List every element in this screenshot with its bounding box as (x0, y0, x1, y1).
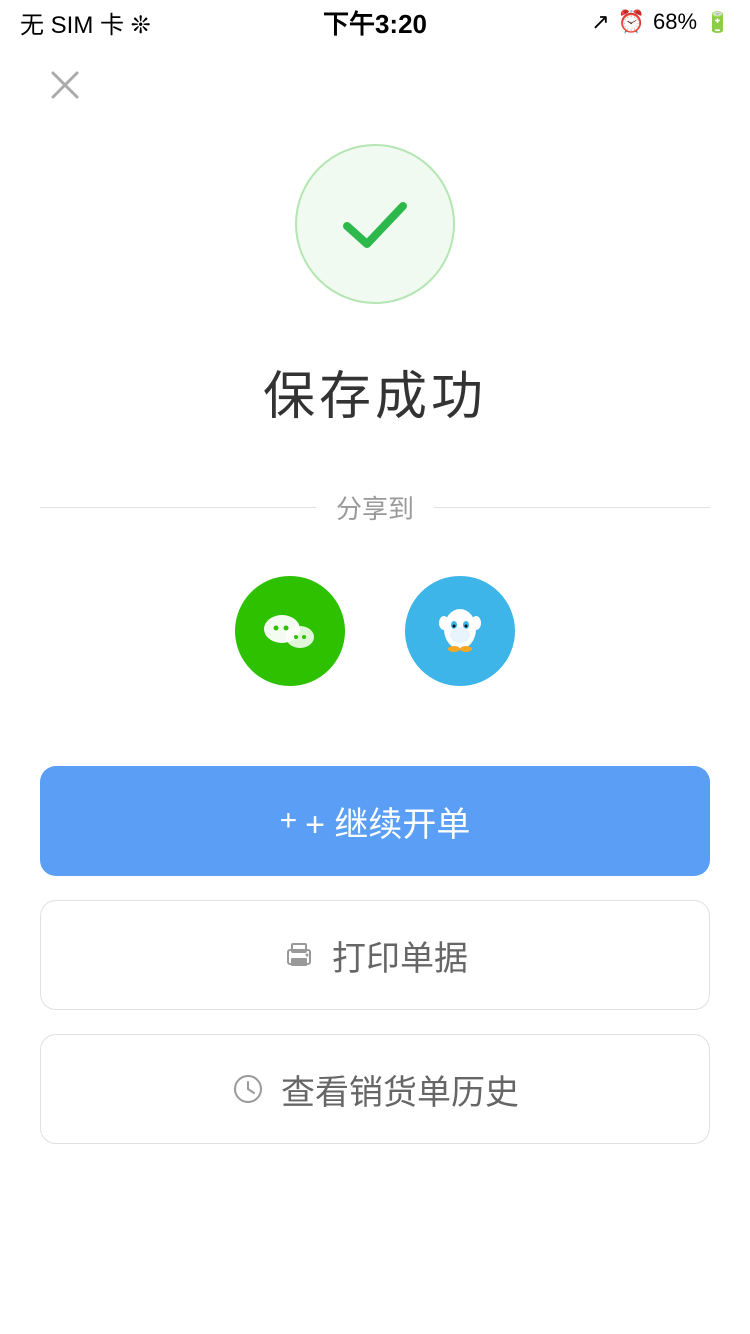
wechat-share-button[interactable] (235, 576, 345, 686)
history-button[interactable]: 查看销货单历史 (40, 1034, 710, 1144)
alarm-icon: ⏰ (618, 9, 645, 35)
share-divider: 分享到 (40, 489, 710, 526)
share-label: 分享到 (336, 489, 414, 526)
print-label: 打印单据 (332, 931, 468, 980)
status-bar: 无 SIM 卡 ❊ 下午3:20 ↗ ⏰ 68% 🔋 (0, 0, 750, 44)
action-buttons: + + 继续开单 打印单据 查看销货单历史 (40, 766, 710, 1144)
status-time: 下午3:20 (323, 4, 427, 41)
clock-icon (231, 1072, 265, 1106)
print-button[interactable]: 打印单据 (40, 900, 710, 1010)
divider-right (434, 507, 710, 508)
printer-icon (282, 938, 316, 972)
history-label: 查看销货单历史 (281, 1065, 519, 1114)
qq-icon (428, 599, 492, 663)
sim-status: 无 SIM 卡 ❊ (20, 5, 151, 40)
main-content: 保存成功 分享到 (0, 44, 750, 1144)
plus-icon: + (280, 804, 298, 838)
qq-share-button[interactable] (405, 576, 515, 686)
checkmark-icon (335, 184, 415, 264)
battery-level: 68% (653, 9, 697, 35)
location-icon: ↗ (591, 9, 609, 35)
wechat-icon (258, 599, 322, 663)
close-icon (49, 69, 81, 101)
success-title: 保存成功 (263, 354, 487, 429)
divider-left (40, 507, 316, 508)
status-left: 无 SIM 卡 ❊ (20, 5, 151, 40)
success-circle (295, 144, 455, 304)
share-icons-row (235, 576, 515, 686)
status-right: ↗ ⏰ 68% 🔋 (591, 9, 730, 35)
continue-button[interactable]: + + 继续开单 (40, 766, 710, 876)
battery-icon: 🔋 (705, 10, 730, 35)
continue-label: + 继续开单 (305, 797, 470, 846)
close-button[interactable] (40, 60, 90, 110)
